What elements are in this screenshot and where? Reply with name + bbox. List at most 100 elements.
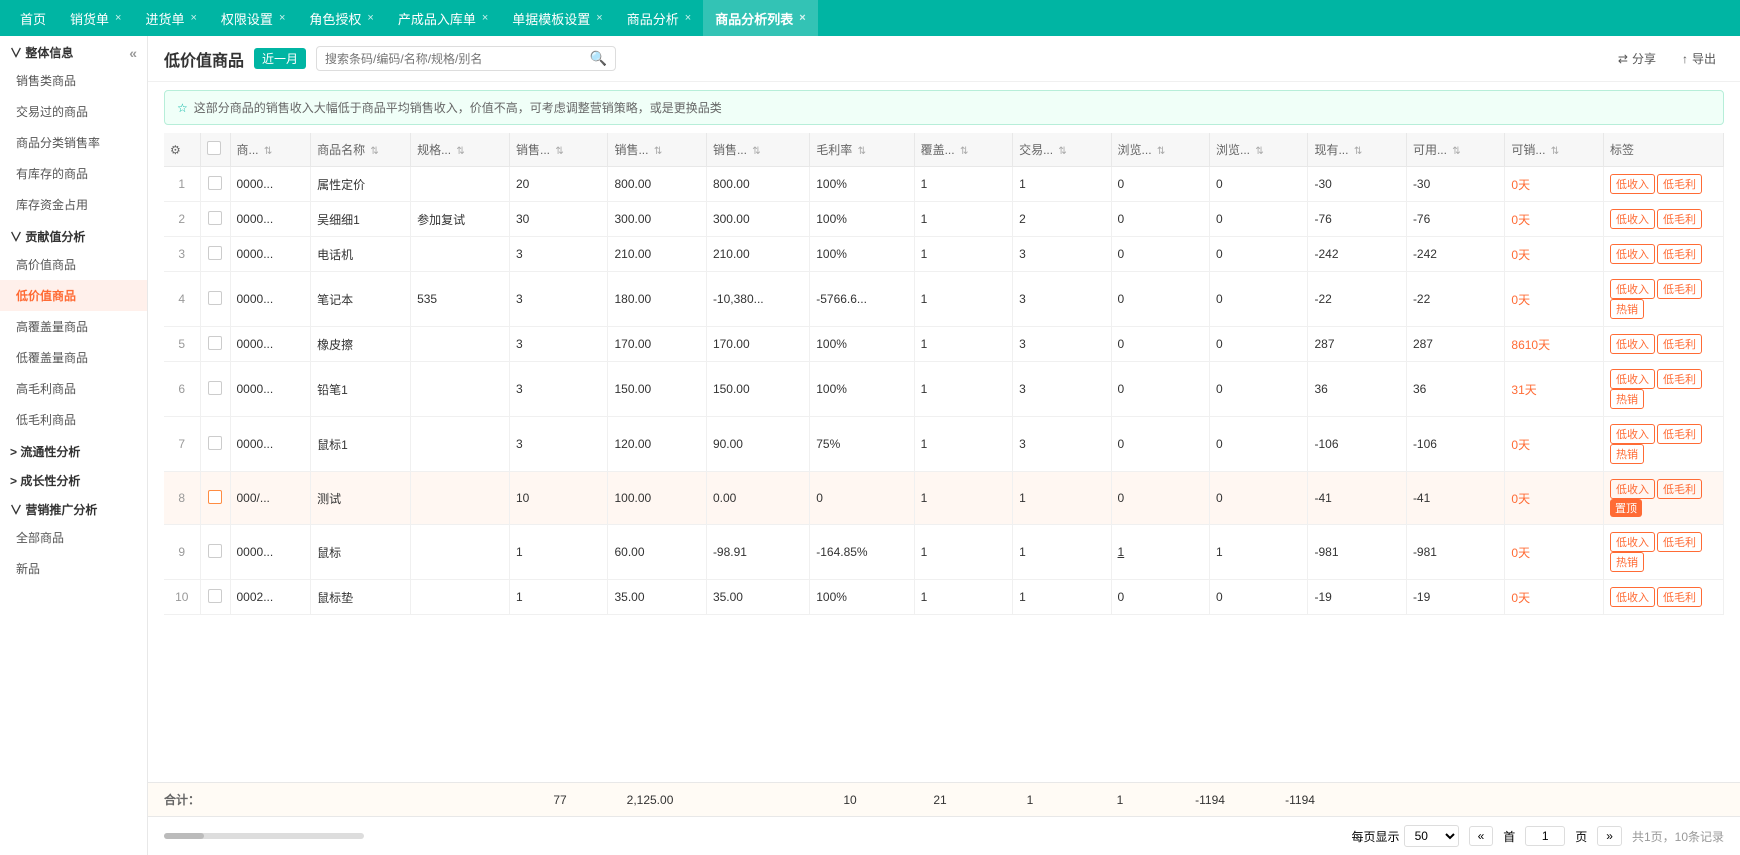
th-sales-val[interactable]: 销售... ⇅ [706, 133, 809, 167]
table-container[interactable]: ⚙ 商... ⇅ 商品名称 ⇅ 规格... ⇅ 销售... ⇅ 销售... ⇅ … [148, 133, 1740, 782]
close-icon[interactable]: × [279, 12, 285, 24]
sidebar-group-marketing: ∨ 营销推广分析 [0, 493, 147, 522]
row-checkbox[interactable] [208, 589, 222, 603]
sidebar-item-stock-goods[interactable]: 有库存的商品 [0, 158, 147, 189]
sidebar-item-high-margin[interactable]: 高毛利商品 [0, 373, 147, 404]
close-icon[interactable]: × [367, 12, 373, 24]
close-icon[interactable]: × [596, 12, 602, 24]
cell-browse1[interactable]: 0 [1111, 472, 1209, 525]
first-page-button[interactable]: « [1469, 826, 1494, 846]
row-checkbox[interactable] [208, 336, 222, 350]
share-button[interactable]: ⇄ 分享 [1610, 46, 1664, 71]
cell-browse1[interactable]: 0 [1111, 362, 1209, 417]
cell-index: 5 [164, 327, 200, 362]
select-all-checkbox[interactable] [207, 141, 221, 155]
cell-checkbox[interactable] [200, 327, 230, 362]
search-input[interactable] [325, 52, 590, 66]
th-sales-qty[interactable]: 销售... ⇅ [510, 133, 608, 167]
th-transactions[interactable]: 交易... ⇅ [1013, 133, 1111, 167]
close-icon[interactable]: × [482, 12, 488, 24]
th-available[interactable]: 可用... ⇅ [1406, 133, 1504, 167]
sidebar-item-new-goods[interactable]: 新品 [0, 553, 147, 584]
cell-browse1[interactable]: 0 [1111, 167, 1209, 202]
nav-item-product-in[interactable]: 产成品入库单 × [386, 0, 500, 36]
th-browse1[interactable]: 浏览... ⇅ [1111, 133, 1209, 167]
next-page-button[interactable]: » [1597, 826, 1622, 846]
row-checkbox[interactable] [208, 436, 222, 450]
th-name[interactable]: 商品名称 ⇅ [311, 133, 411, 167]
period-tag-button[interactable]: 近一月 [254, 48, 306, 69]
row-checkbox[interactable] [208, 246, 222, 260]
cell-spec [411, 417, 510, 472]
th-coverage[interactable]: 覆盖... ⇅ [914, 133, 1012, 167]
collapse-icon[interactable]: « [129, 45, 137, 61]
th-stock[interactable]: 现有... ⇅ [1308, 133, 1406, 167]
sidebar-item-low-coverage[interactable]: 低覆盖量商品 [0, 342, 147, 373]
cell-name: 鼠标 [311, 525, 411, 580]
sidebar-item-high-coverage[interactable]: 高覆盖量商品 [0, 311, 147, 342]
page-number-input[interactable] [1525, 826, 1565, 846]
cell-checkbox[interactable] [200, 472, 230, 525]
row-checkbox[interactable] [208, 211, 222, 225]
row-checkbox[interactable] [208, 291, 222, 305]
sidebar-item-high-value[interactable]: 高价值商品 [0, 249, 147, 280]
page-size-select[interactable]: 50 100 200 [1404, 825, 1459, 847]
sidebar-item-low-value[interactable]: 低价值商品 [0, 280, 147, 311]
row-checkbox[interactable] [208, 176, 222, 190]
cell-browse1[interactable]: 0 [1111, 202, 1209, 237]
row-checkbox[interactable] [208, 490, 222, 504]
close-icon[interactable]: × [115, 12, 121, 24]
nav-item-goods-list[interactable]: 商品分析列表 × [703, 0, 817, 36]
cell-browse1[interactable]: 1 [1111, 525, 1209, 580]
cell-index: 8 [164, 472, 200, 525]
cell-checkbox[interactable] [200, 362, 230, 417]
th-browse2[interactable]: 浏览... ⇅ [1210, 133, 1308, 167]
cell-sellable: 0天 [1505, 237, 1604, 272]
row-checkbox[interactable] [208, 381, 222, 395]
th-sales-amt[interactable]: 销售... ⇅ [608, 133, 706, 167]
cell-coverage: 1 [914, 237, 1012, 272]
close-icon[interactable]: × [190, 12, 196, 24]
sidebar-item-stock-capital[interactable]: 库存资金占用 [0, 189, 147, 220]
search-icon[interactable]: 🔍 [590, 50, 607, 67]
th-spec[interactable]: 规格... ⇅ [411, 133, 510, 167]
nav-item-permission[interactable]: 权限设置 × [209, 0, 297, 36]
cell-checkbox[interactable] [200, 237, 230, 272]
th-margin[interactable]: 毛利率 ⇅ [810, 133, 914, 167]
cell-checkbox[interactable] [200, 580, 230, 615]
nav-item-role[interactable]: 角色授权 × [297, 0, 385, 36]
cell-checkbox[interactable] [200, 202, 230, 237]
close-icon[interactable]: × [685, 12, 691, 24]
nav-item-template[interactable]: 单据模板设置 × [500, 0, 614, 36]
cell-browse1[interactable]: 0 [1111, 272, 1209, 327]
nav-item-home[interactable]: 首页 [8, 0, 58, 36]
cell-checkbox[interactable] [200, 417, 230, 472]
nav-item-goods-analysis[interactable]: 商品分析 × [615, 0, 703, 36]
cell-browse1[interactable]: 0 [1111, 237, 1209, 272]
cell-checkbox[interactable] [200, 272, 230, 327]
th-sellable[interactable]: 可销... ⇅ [1505, 133, 1604, 167]
row-checkbox[interactable] [208, 544, 222, 558]
cell-tags: 低收入低毛利 [1604, 167, 1724, 202]
th-code[interactable]: 商... ⇅ [230, 133, 311, 167]
cell-checkbox[interactable] [200, 525, 230, 580]
sidebar-item-sales-goods[interactable]: 销售类商品 [0, 65, 147, 96]
cell-margin: 0 [810, 472, 914, 525]
sidebar-item-low-margin[interactable]: 低毛利商品 [0, 404, 147, 435]
cell-checkbox[interactable] [200, 167, 230, 202]
footer-browse1: 1 [1000, 793, 1060, 807]
cell-sales-amt: 100.00 [608, 472, 706, 525]
cell-margin: -5766.6... [810, 272, 914, 327]
close-icon[interactable]: × [799, 12, 805, 24]
nav-item-purchase[interactable]: 进货单 × [133, 0, 208, 36]
sidebar-item-traded-goods[interactable]: 交易过的商品 [0, 96, 147, 127]
scrollbar[interactable] [164, 833, 364, 839]
export-button[interactable]: ↑ 导出 [1674, 46, 1724, 71]
cell-browse1[interactable]: 0 [1111, 580, 1209, 615]
sidebar-item-all-goods[interactable]: 全部商品 [0, 522, 147, 553]
sidebar-item-category-sales[interactable]: 商品分类销售率 [0, 127, 147, 158]
th-settings[interactable]: ⚙ [164, 133, 200, 167]
cell-browse1[interactable]: 0 [1111, 327, 1209, 362]
nav-item-sales[interactable]: 销货单 × [58, 0, 133, 36]
cell-browse1[interactable]: 0 [1111, 417, 1209, 472]
